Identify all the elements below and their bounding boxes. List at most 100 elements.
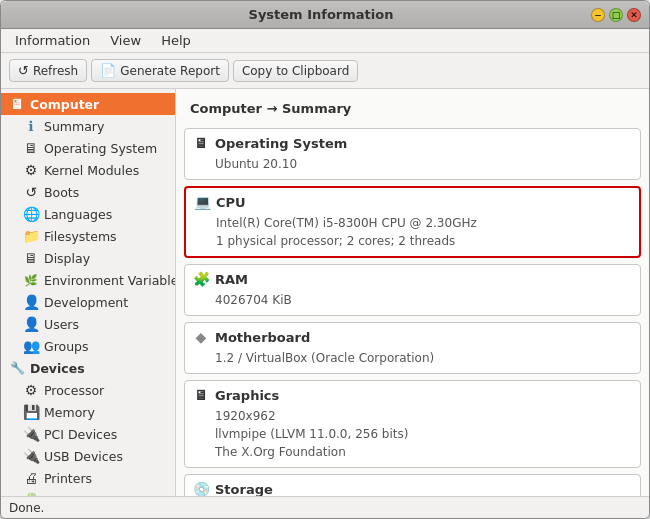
- sidebar-processor-label: Processor: [44, 383, 104, 398]
- sidebar-display-label: Display: [44, 251, 90, 266]
- printers-icon: 🖨: [23, 470, 39, 486]
- sidebar-printers-label: Printers: [44, 471, 92, 486]
- sidebar-item-printers[interactable]: 🖨 Printers: [1, 467, 175, 489]
- sidebar-item-usb[interactable]: 🔌 USB Devices: [1, 445, 175, 467]
- breadcrumb: Computer → Summary: [184, 97, 641, 120]
- motherboard-card-header: ◆ Motherboard: [193, 329, 632, 345]
- sidebar-item-battery[interactable]: 🔋 Battery: [1, 489, 175, 496]
- refresh-icon: ↺: [18, 63, 29, 78]
- os-card-icon: 🖥: [193, 135, 209, 151]
- os-card-header: 🖥 Operating System: [193, 135, 632, 151]
- graphics-card-line-2: The X.Org Foundation: [215, 443, 632, 461]
- cpu-card: 💻 CPU Intel(R) Core(TM) i5-8300H CPU @ 2…: [184, 186, 641, 258]
- toolbar: ↺ Refresh 📄 Generate Report Copy to Clip…: [1, 53, 649, 89]
- ram-card-title: RAM: [215, 272, 248, 287]
- sidebar-usb-label: USB Devices: [44, 449, 123, 464]
- graphics-card-header: 🖥 Graphics: [193, 387, 632, 403]
- cpu-card-body: Intel(R) Core(TM) i5-8300H CPU @ 2.30GHz…: [194, 214, 631, 250]
- storage-card-icon: 💿: [193, 481, 209, 496]
- sidebar-pci-label: PCI Devices: [44, 427, 117, 442]
- ram-card-header: 🧩 RAM: [193, 271, 632, 287]
- users-icon: 👤: [23, 316, 39, 332]
- sidebar-groups-label: Groups: [44, 339, 89, 354]
- window-title: System Information: [51, 7, 591, 22]
- maximize-button[interactable]: □: [609, 8, 623, 22]
- main-content: 🖥 Computer ℹ Summary 🖥 Operating System …: [1, 89, 649, 496]
- usb-icon: 🔌: [23, 448, 39, 464]
- cpu-card-header: 💻 CPU: [194, 194, 631, 210]
- menubar: Information View Help: [1, 29, 649, 53]
- sidebar-filesystems-label: Filesystems: [44, 229, 117, 244]
- sidebar-item-processor[interactable]: ⚙ Processor: [1, 379, 175, 401]
- sidebar: 🖥 Computer ℹ Summary 🖥 Operating System …: [1, 89, 176, 496]
- minimize-icon: −: [594, 10, 602, 20]
- os-card-title: Operating System: [215, 136, 347, 151]
- menu-view[interactable]: View: [102, 31, 149, 50]
- status-text: Done.: [9, 501, 44, 515]
- graphics-card-line-0: 1920x962: [215, 407, 632, 425]
- sidebar-boots-label: Boots: [44, 185, 79, 200]
- ram-card-icon: 🧩: [193, 271, 209, 287]
- titlebar: System Information − □ ✕: [1, 1, 649, 29]
- close-icon: ✕: [630, 10, 638, 20]
- sidebar-summary-label: Summary: [44, 119, 104, 134]
- sidebar-item-computer[interactable]: 🖥 Computer: [1, 93, 175, 115]
- sidebar-item-os[interactable]: 🖥 Operating System: [1, 137, 175, 159]
- sidebar-devices-label: Devices: [30, 361, 85, 376]
- graphics-card: 🖥 Graphics 1920x962 llvmpipe (LLVM 11.0.…: [184, 380, 641, 468]
- sidebar-item-kernel[interactable]: ⚙ Kernel Modules: [1, 159, 175, 181]
- sidebar-memory-label: Memory: [44, 405, 95, 420]
- titlebar-controls: − □ ✕: [591, 8, 641, 22]
- minimize-button[interactable]: −: [591, 8, 605, 22]
- filesystems-icon: 📁: [23, 228, 39, 244]
- groups-icon: 👥: [23, 338, 39, 354]
- report-icon: 📄: [100, 63, 116, 78]
- sidebar-users-label: Users: [44, 317, 79, 332]
- sidebar-item-devices[interactable]: 🔧 Devices: [1, 357, 175, 379]
- sidebar-env-label: Environment Variables: [44, 273, 176, 288]
- storage-card: 💿 Storage VBOX CD-ROM ATA VBOX HARDDISK: [184, 474, 641, 496]
- sidebar-item-users[interactable]: 👤 Users: [1, 313, 175, 335]
- languages-icon: 🌐: [23, 206, 39, 222]
- sidebar-item-languages[interactable]: 🌐 Languages: [1, 203, 175, 225]
- sidebar-os-label: Operating System: [44, 141, 157, 156]
- ram-card: 🧩 RAM 4026704 KiB: [184, 264, 641, 316]
- os-icon: 🖥: [23, 140, 39, 156]
- refresh-button[interactable]: ↺ Refresh: [9, 59, 87, 82]
- statusbar: Done.: [1, 496, 649, 518]
- main-window: System Information − □ ✕ Information Vie…: [0, 0, 650, 519]
- sidebar-item-development[interactable]: 👤 Development: [1, 291, 175, 313]
- motherboard-card-line-0: 1.2 / VirtualBox (Oracle Corporation): [215, 349, 632, 367]
- kernel-icon: ⚙: [23, 162, 39, 178]
- summary-icon: ℹ: [23, 118, 39, 134]
- os-card: 🖥 Operating System Ubuntu 20.10: [184, 128, 641, 180]
- menu-information[interactable]: Information: [7, 31, 98, 50]
- cpu-card-line-0: Intel(R) Core(TM) i5-8300H CPU @ 2.30GHz: [216, 214, 631, 232]
- sidebar-languages-label: Languages: [44, 207, 112, 222]
- maximize-icon: □: [612, 10, 621, 20]
- generate-report-label: Generate Report: [120, 64, 220, 78]
- sidebar-item-groups[interactable]: 👥 Groups: [1, 335, 175, 357]
- processor-icon: ⚙: [23, 382, 39, 398]
- close-button[interactable]: ✕: [627, 8, 641, 22]
- storage-card-header: 💿 Storage: [193, 481, 632, 496]
- storage-card-title: Storage: [215, 482, 273, 497]
- os-card-line-0: Ubuntu 20.10: [215, 155, 632, 173]
- menu-help[interactable]: Help: [153, 31, 199, 50]
- sidebar-item-summary[interactable]: ℹ Summary: [1, 115, 175, 137]
- sidebar-item-env[interactable]: 🌿 Environment Variables: [1, 269, 175, 291]
- graphics-card-line-1: llvmpipe (LLVM 11.0.0, 256 bits): [215, 425, 632, 443]
- dev-icon: 👤: [23, 294, 39, 310]
- motherboard-card: ◆ Motherboard 1.2 / VirtualBox (Oracle C…: [184, 322, 641, 374]
- sidebar-item-boots[interactable]: ↺ Boots: [1, 181, 175, 203]
- copy-label: Copy to Clipboard: [242, 64, 349, 78]
- copy-clipboard-button[interactable]: Copy to Clipboard: [233, 60, 358, 82]
- graphics-card-icon: 🖥: [193, 387, 209, 403]
- detail-pane: Computer → Summary 🖥 Operating System Ub…: [176, 89, 649, 496]
- sidebar-item-pci[interactable]: 🔌 PCI Devices: [1, 423, 175, 445]
- env-icon: 🌿: [23, 272, 39, 288]
- sidebar-item-memory[interactable]: 💾 Memory: [1, 401, 175, 423]
- sidebar-item-display[interactable]: 🖥 Display: [1, 247, 175, 269]
- sidebar-item-filesystems[interactable]: 📁 Filesystems: [1, 225, 175, 247]
- generate-report-button[interactable]: 📄 Generate Report: [91, 59, 229, 82]
